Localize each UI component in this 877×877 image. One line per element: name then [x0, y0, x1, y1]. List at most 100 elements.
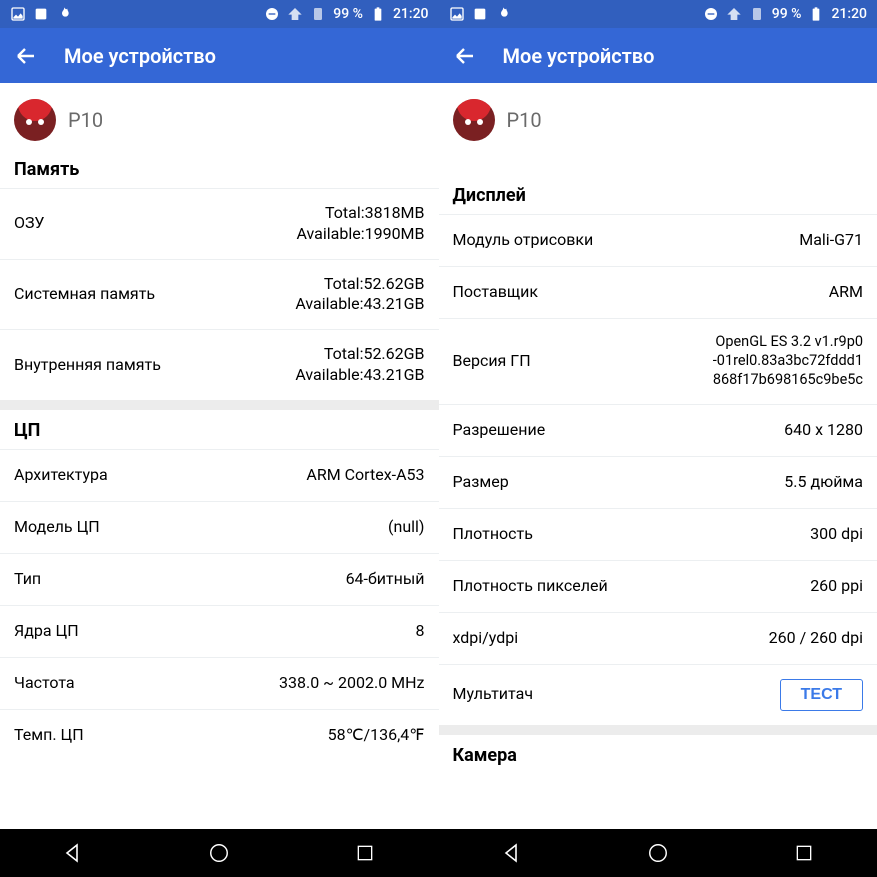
row-cores[interactable]: Ядра ЦП 8: [0, 605, 439, 657]
row-ram[interactable]: ОЗУ Total:3818MB Available:1990MB: [0, 188, 439, 259]
row-arch[interactable]: Архитектура ARM Cortex-A53: [0, 449, 439, 501]
value-type: 64-битный: [346, 569, 425, 590]
wifi-icon: [726, 6, 742, 22]
sim-icon: [310, 6, 326, 22]
divider: [439, 725, 877, 735]
content-left[interactable]: Память ОЗУ Total:3818MB Available:1990MB…: [0, 157, 439, 829]
test-button[interactable]: ТЕСТ: [780, 679, 863, 711]
value-vendor: ARM: [829, 282, 863, 303]
row-sysmem[interactable]: Системная память Total:52.62GB Available…: [0, 259, 439, 330]
section-display: Дисплей: [439, 175, 877, 214]
row-freq[interactable]: Частота 338.0 ~ 2002.0 MHz: [0, 657, 439, 709]
status-bar: 99 % 21:20: [439, 0, 877, 28]
dnd-icon: [703, 6, 719, 22]
value-pxdensity: 260 ppi: [810, 576, 863, 597]
value-arch: ARM Cortex-A53: [306, 465, 424, 486]
status-bar: 99 % 21:20: [0, 0, 439, 28]
row-render[interactable]: Модуль отрисовки Mali-G71: [439, 214, 877, 266]
value-ram: Total:3818MB Available:1990MB: [296, 203, 424, 245]
label-ram: ОЗУ: [14, 213, 44, 234]
antutu-icon: [453, 99, 495, 141]
value-temp: 58℃/136,4℉: [328, 725, 425, 746]
status-right: 99 % 21:20: [264, 6, 428, 22]
app-bar: Мое устройство: [439, 28, 877, 83]
card-icon: [472, 6, 488, 22]
back-icon[interactable]: [14, 44, 38, 68]
value-gpver: OpenGL ES 3.2 v1.r9p0 -01rel0.83a3bc72fd…: [713, 333, 863, 390]
dnd-icon: [264, 6, 280, 22]
value-xydpi: 260 / 260 dpi: [769, 628, 863, 649]
label-size: Размер: [453, 472, 509, 493]
section-memory: Память: [0, 157, 439, 188]
nav-recent[interactable]: [352, 840, 378, 866]
label-gpver: Версия ГП: [453, 351, 531, 372]
clock: 21:20: [393, 6, 429, 22]
page-title: Мое устройство: [503, 44, 655, 68]
section-camera: Камера: [439, 735, 877, 774]
value-render: Mali-G71: [799, 230, 863, 251]
row-intmem[interactable]: Внутренняя память Total:52.62GB Availabl…: [0, 329, 439, 400]
row-resolution[interactable]: Разрешение 640 x 1280: [439, 404, 877, 456]
battery-icon: [808, 6, 824, 22]
nav-back[interactable]: [499, 840, 525, 866]
battery-percent: 99 %: [333, 6, 363, 22]
value-sysmem: Total:52.62GB Available:43.21GB: [295, 274, 424, 316]
nav-bar: [0, 829, 439, 877]
value-size: 5.5 дюйма: [784, 472, 863, 493]
label-xydpi: xdpi/ydpi: [453, 628, 519, 649]
row-multitouch[interactable]: Мультитач ТЕСТ: [439, 664, 877, 725]
row-density[interactable]: Плотность 300 dpi: [439, 508, 877, 560]
divider: [0, 400, 439, 410]
row-temp[interactable]: Темп. ЦП 58℃/136,4℉: [0, 709, 439, 761]
label-cpumodel: Модель ЦП: [14, 517, 100, 538]
row-xydpi[interactable]: xdpi/ydpi 260 / 260 dpi: [439, 612, 877, 664]
status-left-icons: [449, 6, 511, 22]
device-name: P10: [68, 108, 103, 132]
app-bar: Мое устройство: [0, 28, 439, 83]
device-header: P10: [0, 83, 439, 157]
row-gpver[interactable]: Версия ГП OpenGL ES 3.2 v1.r9p0 -01rel0.…: [439, 318, 877, 404]
value-cpumodel: (null): [388, 517, 424, 538]
screen-right: 99 % 21:20 Мое устройство P10 Дисплей Мо…: [439, 0, 877, 877]
row-type[interactable]: Тип 64-битный: [0, 553, 439, 605]
value-density: 300 dpi: [810, 524, 863, 545]
status-right: 99 % 21:20: [703, 6, 867, 22]
nav-home[interactable]: [206, 840, 232, 866]
nav-bar: [439, 829, 877, 877]
antutu-icon: [14, 99, 56, 141]
label-cores: Ядра ЦП: [14, 621, 79, 642]
page-title: Мое устройство: [64, 44, 216, 68]
flame-icon: [495, 6, 511, 22]
nav-recent[interactable]: [791, 840, 817, 866]
value-intmem: Total:52.62GB Available:43.21GB: [295, 344, 424, 386]
row-size[interactable]: Размер 5.5 дюйма: [439, 456, 877, 508]
row-pxdensity[interactable]: Плотность пикселей 260 ppi: [439, 560, 877, 612]
screen-left: 99 % 21:20 Мое устройство P10 Память ОЗУ…: [0, 0, 439, 877]
label-intmem: Внутренняя память: [14, 355, 161, 376]
value-resolution: 640 x 1280: [784, 420, 863, 441]
label-type: Тип: [14, 569, 41, 590]
label-arch: Архитектура: [14, 465, 108, 486]
device-name: P10: [507, 108, 542, 132]
flame-icon: [56, 6, 72, 22]
label-density: Плотность: [453, 524, 533, 545]
nav-back[interactable]: [60, 840, 86, 866]
image-icon: [10, 6, 26, 22]
nav-home[interactable]: [645, 840, 671, 866]
back-icon[interactable]: [453, 44, 477, 68]
image-icon: [449, 6, 465, 22]
row-vendor[interactable]: Поставщик ARM: [439, 266, 877, 318]
wifi-icon: [287, 6, 303, 22]
content-right[interactable]: Дисплей Модуль отрисовки Mali-G71 Постав…: [439, 157, 877, 829]
label-vendor: Поставщик: [453, 282, 538, 303]
label-freq: Частота: [14, 673, 75, 694]
battery-icon: [370, 6, 386, 22]
sim-icon: [749, 6, 765, 22]
row-cpumodel[interactable]: Модель ЦП (null): [0, 501, 439, 553]
label-sysmem: Системная память: [14, 284, 155, 305]
label-resolution: Разрешение: [453, 420, 546, 441]
label-render: Модуль отрисовки: [453, 230, 594, 251]
battery-percent: 99 %: [772, 6, 802, 22]
label-temp: Темп. ЦП: [14, 725, 84, 746]
device-header: P10: [439, 83, 877, 157]
